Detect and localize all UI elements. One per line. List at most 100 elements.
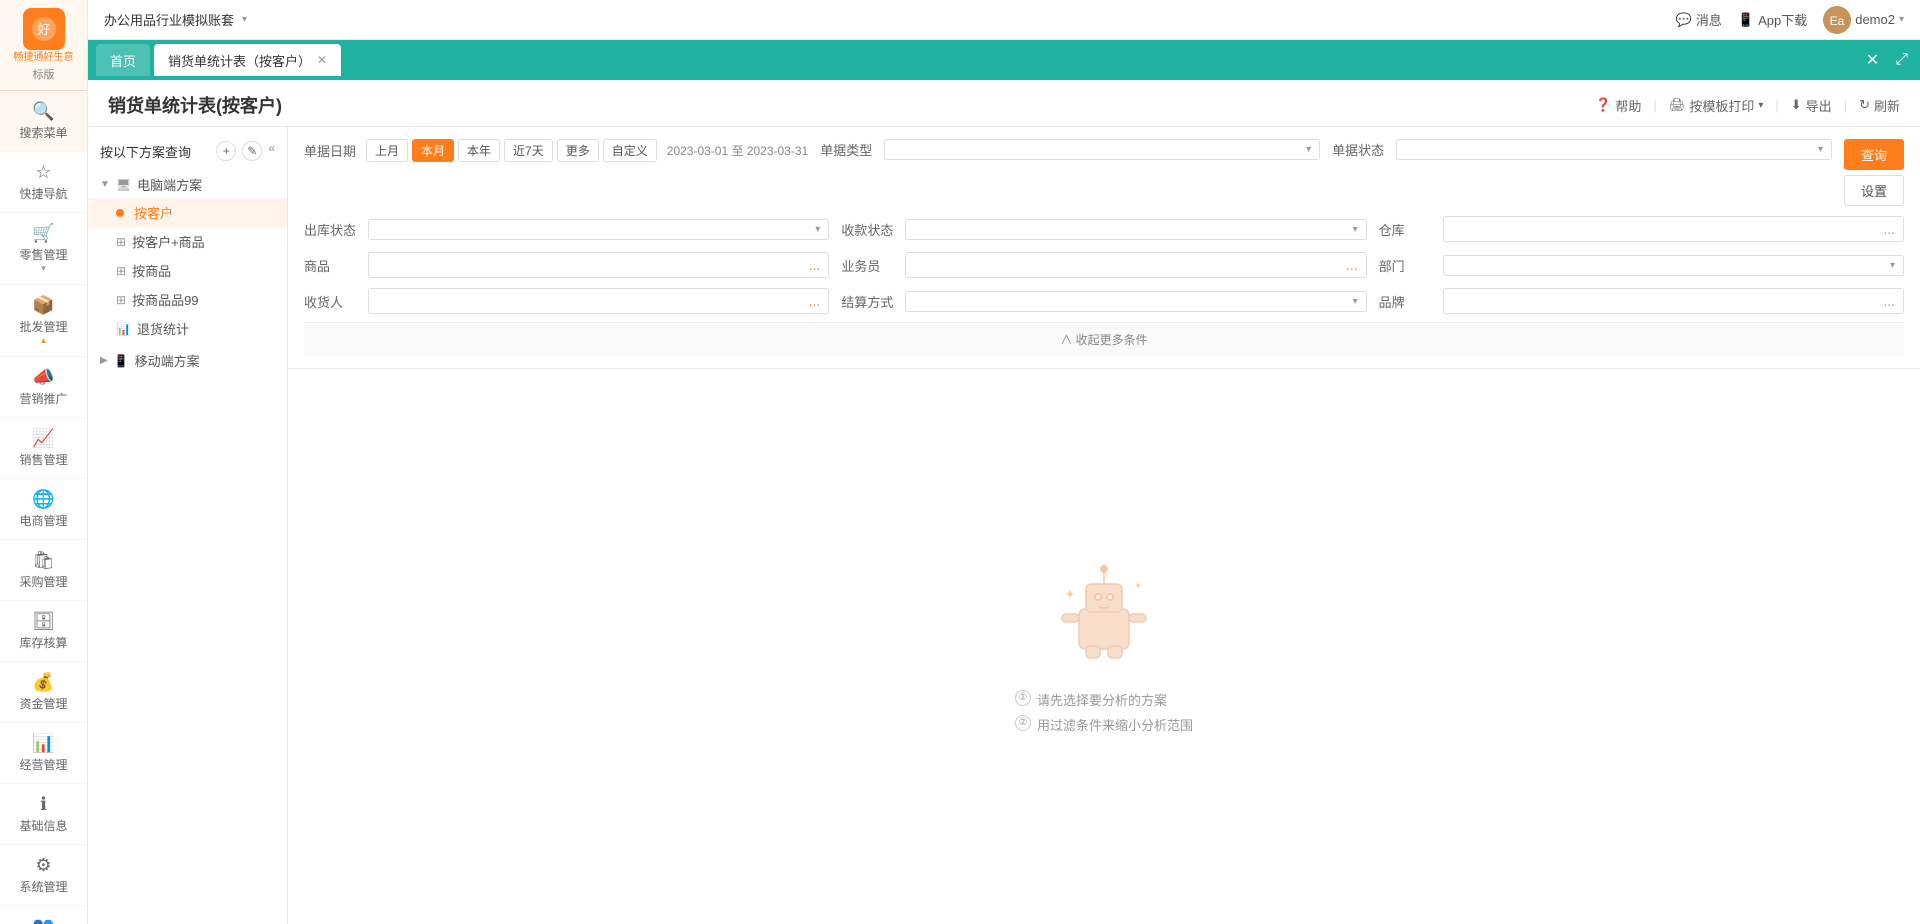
sidebar-item-search[interactable]: 🔍 搜索菜单 [0, 91, 87, 152]
sidebar-item-inventory[interactable]: 🗄 库存核算 [0, 601, 87, 662]
out-status-arrow: ▾ [815, 224, 820, 235]
sidebar-item-marketing[interactable]: 📣 营销推广 [0, 357, 87, 418]
date-btn-last7[interactable]: 近7天 [504, 139, 553, 162]
collapse-bar[interactable]: ∧ 收起更多条件 [304, 322, 1904, 356]
scheme-group-mobile-header[interactable]: ▶ 📱 移动端方案 [88, 347, 287, 374]
date-btn-last-month[interactable]: 上月 [366, 139, 408, 162]
sidebar-item-sales[interactable]: 📈 销售管理 [0, 418, 87, 479]
empty-tip-1: ① 请先选择要分析的方案 [1015, 690, 1193, 709]
sidebar-system-label: 系统管理 [19, 878, 67, 895]
sidebar-item-enterprise[interactable]: 👥 企业协同 [0, 906, 87, 924]
department-select[interactable]: ▾ [1443, 255, 1904, 276]
query-button[interactable]: 查询 [1844, 139, 1904, 170]
help-label: 帮助 [1615, 96, 1641, 115]
payment-arrow: ▾ [1353, 296, 1358, 307]
help-button[interactable]: ❓ 帮助 [1595, 96, 1641, 115]
sidebar-item-purchase[interactable]: 🛍 采购管理 [0, 540, 87, 601]
sidebar-item-retail[interactable]: 🛒 零售管理 ▾ [0, 213, 87, 285]
sidebar-purchase-label: 采购管理 [19, 573, 67, 590]
purchase-icon: 🛍 [32, 550, 55, 571]
receipt-status-select[interactable]: ▾ [905, 219, 1366, 240]
scheme-item-by-customer-goods[interactable]: ⊞ 按客户+商品 [88, 227, 287, 256]
warehouse-select[interactable]: ... [1443, 216, 1904, 242]
scheme-desktop-arrow: ▼ [100, 179, 110, 190]
date-btn-more[interactable]: 更多 [557, 139, 599, 162]
export-button[interactable]: ⬇ 导出 [1791, 96, 1832, 115]
user-profile[interactable]: Ea demo2 ▾ [1823, 6, 1904, 34]
date-btn-this-year[interactable]: 本年 [458, 139, 500, 162]
quick-nav-icon: ☆ [35, 162, 51, 183]
payment-select[interactable]: ▾ [905, 291, 1366, 312]
message-label: 消息 [1696, 10, 1722, 29]
logo-version: 标版 [33, 66, 55, 82]
user-name: demo2 [1855, 12, 1895, 27]
scheme-item-by-goods[interactable]: ⊞ 按商品 [88, 256, 287, 285]
empty-tip-2: ② 用过滤条件来缩小分析范围 [1015, 715, 1193, 734]
close-tab-btn[interactable]: ✕ [1862, 46, 1883, 74]
goods-select[interactable]: ... [368, 252, 829, 278]
scheme-panel-actions: + ✎ « [216, 141, 275, 161]
scheme-group-desktop-header[interactable]: ▼ 🖥 电脑端方案 [88, 171, 287, 198]
help-icon: ❓ [1595, 97, 1611, 113]
scheme-desktop-label: 电脑端方案 [137, 175, 202, 194]
scheme-item-by-goods-99[interactable]: ⊞ 按商品品99 [88, 285, 287, 314]
brand-select[interactable]: ... [1443, 288, 1904, 314]
tab-sales-stat[interactable]: 销货单统计表（按客户） ✕ [154, 44, 341, 76]
desktop-group-icon: 🖥 [116, 178, 131, 192]
filter-area: 单据日期 上月 本月 本年 近7天 更多 自定义 2023-03-01 至 20… [288, 127, 1920, 369]
warehouse-dots: ... [1883, 221, 1895, 237]
refresh-button[interactable]: ↻ 刷新 [1859, 96, 1900, 115]
workspace-arrow[interactable]: ▾ [242, 14, 247, 25]
export-icon: ⬇ [1791, 97, 1802, 113]
message-button[interactable]: 💬 消息 [1676, 10, 1722, 29]
sales-stat-tab-label: 销货单统计表（按客户） [168, 51, 311, 70]
sidebar-item-basic[interactable]: ℹ 基础信息 [0, 784, 87, 845]
sidebar-item-finance[interactable]: 💰 资金管理 [0, 662, 87, 723]
sidebar-sales-label: 销售管理 [19, 451, 67, 468]
expand-tab-btn[interactable]: ⤢ [1891, 47, 1912, 73]
chevron-up-icon: ▴ [41, 335, 46, 346]
search-icon: 🔍 [32, 101, 54, 122]
logo-icon: 好 [23, 8, 65, 50]
svg-text:好: 好 [37, 22, 50, 37]
sidebar-item-wholesale[interactable]: 📦 批发管理 ▴ [0, 285, 87, 357]
settings-button[interactable]: 设置 [1844, 175, 1904, 206]
scheme-item-by-customer[interactable]: 按客户 [88, 198, 287, 227]
salesperson-select[interactable]: ... [905, 252, 1366, 278]
svg-text:Ea: Ea [1830, 14, 1845, 28]
print-button[interactable]: 🖨 按模板打印 ▾ [1669, 96, 1764, 115]
app-download-button[interactable]: 📱 App下载 [1738, 10, 1807, 29]
sidebar-logo: 好 畅捷通好生意 标版 [0, 0, 87, 91]
retail-icon: 🛒 [32, 223, 54, 244]
scheme-mobile-label: 移动端方案 [135, 351, 200, 370]
scheme-add-button[interactable]: + [216, 141, 236, 161]
receiver-select[interactable]: ... [368, 288, 829, 314]
date-btn-custom[interactable]: 自定义 [603, 139, 657, 162]
export-label: 导出 [1806, 96, 1832, 115]
sidebar-item-ecommerce[interactable]: 🌐 电商管理 [0, 479, 87, 540]
receiver-label: 收货人 [304, 292, 360, 311]
print-label: 按模板打印 [1689, 96, 1754, 115]
inventory-icon: 🗄 [32, 611, 55, 632]
sidebar-item-system[interactable]: ⚙ 系统管理 [0, 845, 87, 906]
scheme-item-icon-2: ⊞ [116, 264, 126, 278]
sidebar-item-operation[interactable]: 📊 经营管理 [0, 723, 87, 784]
print-icon: 🖨 [1669, 97, 1686, 113]
scheme-by-customer-label: 按客户 [134, 203, 173, 222]
out-status-select[interactable]: ▾ [368, 219, 829, 240]
bill-type-label: 单据类型 [820, 140, 876, 159]
bill-type-select[interactable]: ▾ [884, 139, 1320, 160]
date-options-group: 上月 本月 本年 近7天 更多 自定义 [366, 139, 657, 162]
sidebar-item-quick-nav[interactable]: ☆ 快捷导航 [0, 152, 87, 213]
tab-home[interactable]: 首页 [96, 44, 150, 76]
empty-tips: ① 请先选择要分析的方案 ② 用过滤条件来缩小分析范围 [1015, 690, 1193, 740]
bill-status-select[interactable]: ▾ [1396, 139, 1832, 160]
scheme-collapse-button[interactable]: « [268, 141, 275, 161]
sidebar-marketing-label: 营销推广 [19, 390, 67, 407]
goods-dots: ... [809, 257, 821, 273]
divider-1: | [1653, 98, 1656, 113]
scheme-edit-button[interactable]: ✎ [242, 141, 262, 161]
scheme-item-return-stat[interactable]: 📊 退货统计 [88, 314, 287, 343]
date-btn-this-month[interactable]: 本月 [412, 139, 454, 162]
tab-close-button[interactable]: ✕ [317, 53, 327, 67]
